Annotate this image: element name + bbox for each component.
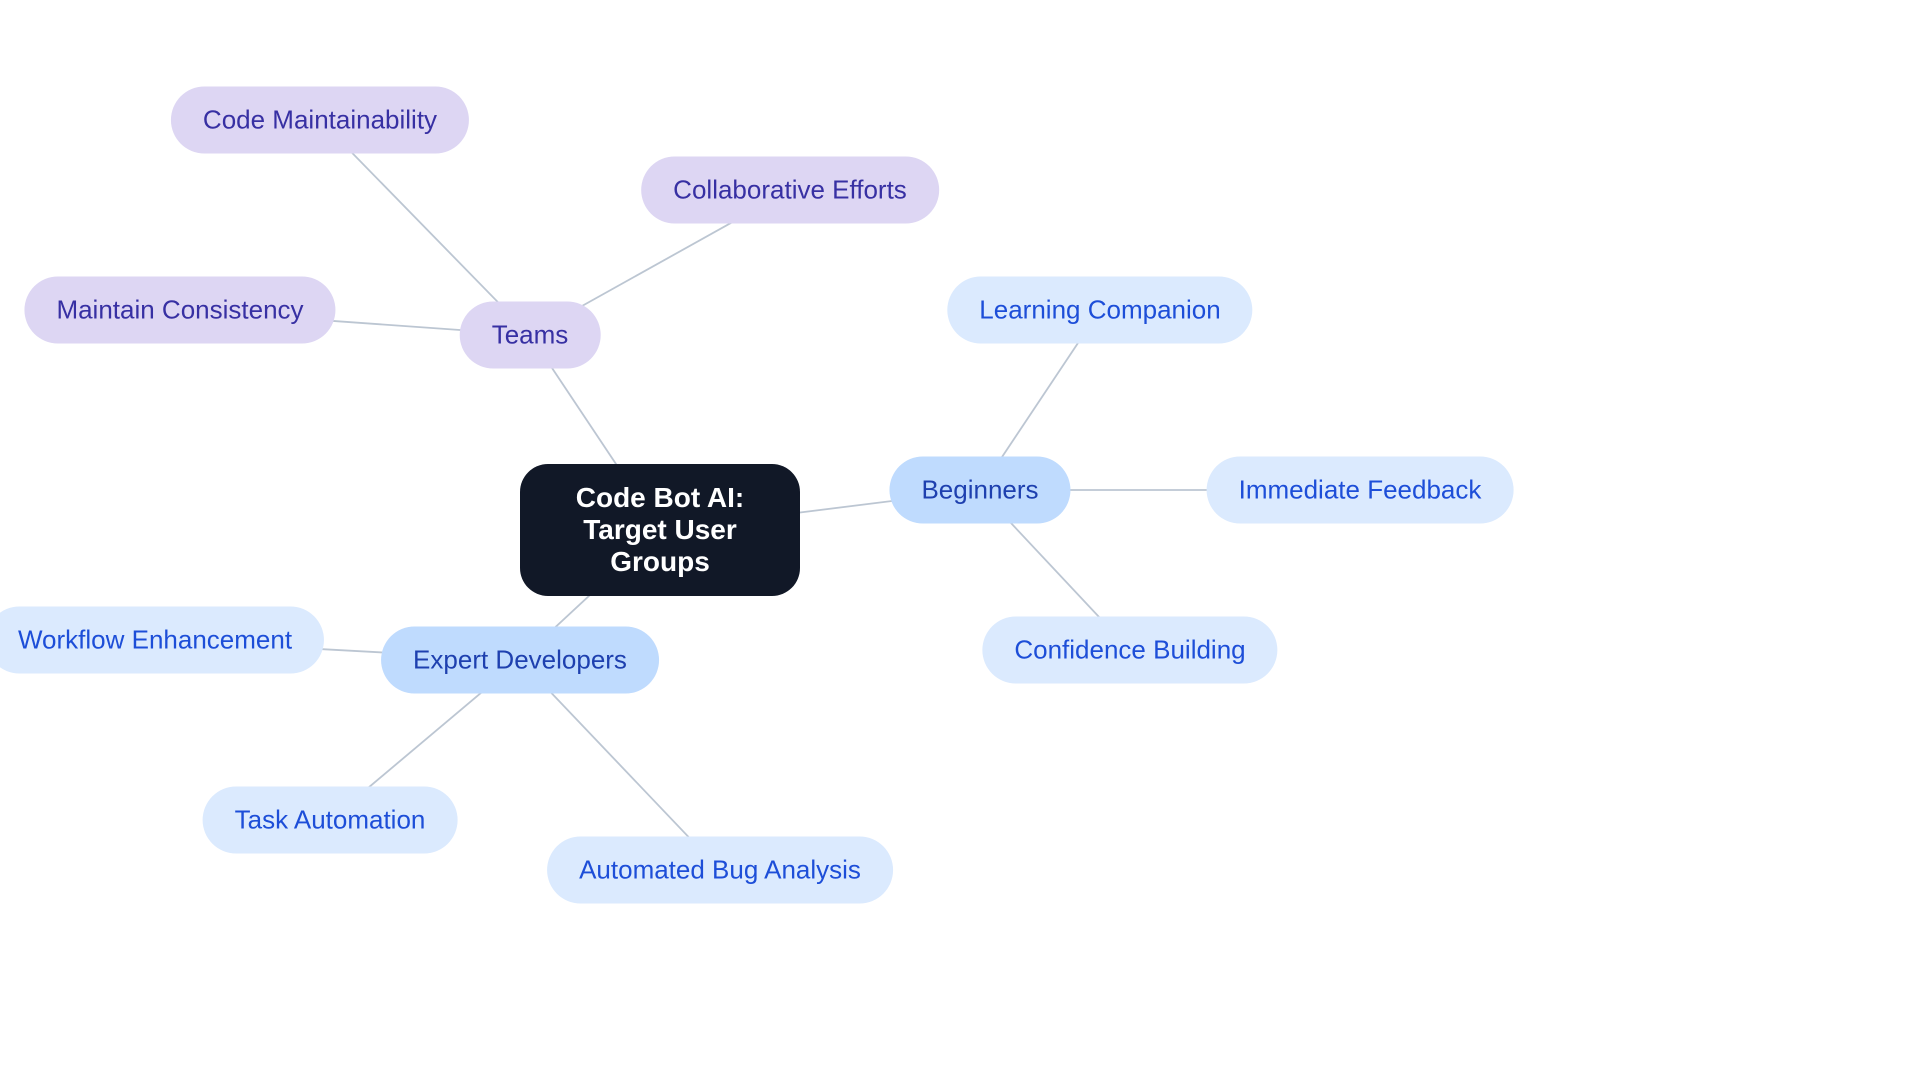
learning-companion-node[interactable]: Learning Companion: [947, 277, 1252, 344]
immediate-feedback-label: Immediate Feedback: [1239, 475, 1482, 506]
center-label: Code Bot AI: Target User Groups: [552, 482, 768, 578]
mind-map-canvas: Code Bot AI: Target User Groups Teams Be…: [0, 0, 1920, 1083]
expert-developers-label: Expert Developers: [413, 645, 627, 676]
center-node[interactable]: Code Bot AI: Target User Groups: [520, 464, 800, 596]
code-maintainability-label: Code Maintainability: [203, 105, 437, 136]
code-maintainability-node[interactable]: Code Maintainability: [171, 87, 469, 154]
confidence-building-label: Confidence Building: [1014, 635, 1245, 666]
workflow-enhancement-node[interactable]: Workflow Enhancement: [0, 607, 324, 674]
teams-node[interactable]: Teams: [460, 302, 601, 369]
workflow-enhancement-label: Workflow Enhancement: [18, 625, 292, 656]
task-automation-label: Task Automation: [235, 805, 426, 836]
collaborative-efforts-label: Collaborative Efforts: [673, 175, 907, 206]
teams-label: Teams: [492, 320, 569, 351]
maintain-consistency-node[interactable]: Maintain Consistency: [24, 277, 335, 344]
beginners-label: Beginners: [921, 475, 1038, 506]
collaborative-efforts-node[interactable]: Collaborative Efforts: [641, 157, 939, 224]
automated-bug-analysis-label: Automated Bug Analysis: [579, 855, 861, 886]
automated-bug-analysis-node[interactable]: Automated Bug Analysis: [547, 837, 893, 904]
confidence-building-node[interactable]: Confidence Building: [982, 617, 1277, 684]
learning-companion-label: Learning Companion: [979, 295, 1220, 326]
beginners-node[interactable]: Beginners: [889, 457, 1070, 524]
maintain-consistency-label: Maintain Consistency: [56, 295, 303, 326]
immediate-feedback-node[interactable]: Immediate Feedback: [1207, 457, 1514, 524]
expert-developers-node[interactable]: Expert Developers: [381, 627, 659, 694]
connection-lines: [0, 0, 1920, 1083]
task-automation-node[interactable]: Task Automation: [203, 787, 458, 854]
